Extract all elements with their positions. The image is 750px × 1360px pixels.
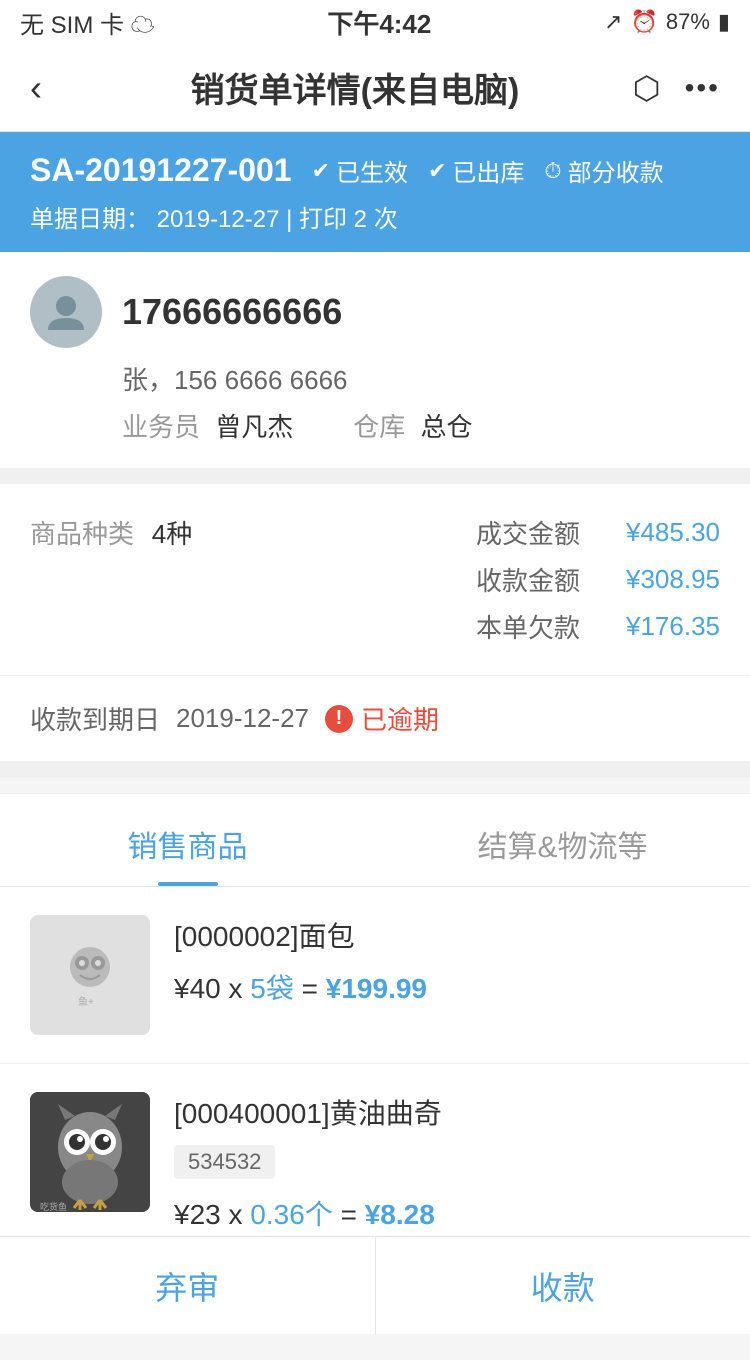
product-name-1: [0000002]面包 <box>174 915 720 955</box>
cancel-audit-button[interactable]: 弃审 <box>0 1237 376 1334</box>
amount-label: 成交金额 <box>476 514 580 551</box>
price-qty-1: 5袋 <box>250 973 294 1004</box>
nav-actions: ⬡ ••• <box>620 69 720 107</box>
type-label: 商品种类 <box>30 519 134 549</box>
user-icon <box>44 290 88 334</box>
nav-bar: ‹ 销货单详情(来自电脑) ⬡ ••• <box>0 44 750 132</box>
product-tag-2: 534532 <box>174 1145 275 1179</box>
due-date: 2019-12-27 <box>176 703 309 734</box>
received-label: 收款金额 <box>476 561 580 598</box>
overdue-badge: ! 已逾期 <box>325 700 439 737</box>
product-info-1: [0000002]面包 ¥40 x 5袋 = ¥199.99 <box>174 915 720 1007</box>
product-price-1: ¥40 x 5袋 = ¥199.99 <box>174 967 720 1007</box>
salesman-value: 曾凡杰 <box>215 412 293 442</box>
alarm-icon: ⏰ <box>630 9 657 35</box>
product-thumb-1: 鱼+ <box>30 915 150 1035</box>
status-bar: 无 SIM 卡 ☁ 下午4:42 ↗ ⏰ 87% ▮ <box>0 0 750 44</box>
price-total-1: ¥199.99 <box>326 973 427 1004</box>
table-row: 吃货鱼 [000400001]黄油曲奇 534532 ¥23 x 0.36个 =… <box>0 1064 750 1262</box>
order-header-band: SA-20191227-001 ✔ 已生效 ✔ 已出库 ⏱ 部分收款 单据日期：… <box>0 132 750 252</box>
status-time: 下午4:42 <box>327 4 431 41</box>
product-info-2: [000400001]黄油曲奇 534532 ¥23 x 0.36个 = ¥8.… <box>174 1092 720 1233</box>
owed-row: 本单欠款 ¥176.35 <box>476 608 720 645</box>
status-badge-shipped: ✔ 已出库 <box>428 153 524 188</box>
svg-text:吃货鱼: 吃货鱼 <box>40 1201 67 1212</box>
battery-icon: ▮ <box>718 9 730 35</box>
received-row: 收款金额 ¥308.95 <box>476 561 720 598</box>
due-label: 收款到期日 <box>30 700 160 737</box>
svg-text:鱼+: 鱼+ <box>78 995 94 1008</box>
amount-row: 成交金额 ¥485.30 <box>476 514 720 551</box>
sim-status: 无 SIM 卡 ☁ <box>20 5 155 40</box>
overdue-icon: ! <box>325 705 353 733</box>
amount-value: ¥485.30 <box>600 517 720 548</box>
product-list: 鱼+ [0000002]面包 ¥40 x 5袋 = ¥199.99 <box>0 887 750 1262</box>
price-total-2: ¥8.28 <box>365 1199 435 1230</box>
price-qty-2: 0.36个 <box>250 1199 333 1230</box>
warehouse-value: 总仓 <box>421 412 473 442</box>
status-left: 无 SIM 卡 ☁ <box>20 5 155 40</box>
more-button[interactable]: ••• <box>685 72 720 104</box>
warehouse-info: 仓库 总仓 <box>353 407 472 444</box>
salesman-label: 业务员 <box>122 412 200 442</box>
order-date: 2019-12-27 <box>157 206 280 233</box>
received-value: ¥308.95 <box>600 564 720 595</box>
owed-value: ¥176.35 <box>600 611 720 642</box>
battery: 87% <box>666 9 710 35</box>
warehouse-label: 仓库 <box>353 412 405 442</box>
product-price-2: ¥23 x 0.36个 = ¥8.28 <box>174 1193 720 1233</box>
bottom-bar: 弃审 收款 <box>0 1236 750 1334</box>
status-badge-partial: ⏱ 部分收款 <box>544 153 663 188</box>
stats-section: 商品种类 4种 成交金额 ¥485.30 收款金额 ¥308.95 本单欠款 ¥… <box>0 484 750 675</box>
stats-right: 成交金额 ¥485.30 收款金额 ¥308.95 本单欠款 ¥176.35 <box>476 514 720 645</box>
status-badge-effective: ✔ 已生效 <box>312 153 408 188</box>
stats-left: 商品种类 4种 <box>30 514 192 551</box>
back-button[interactable]: ‹ <box>30 67 90 109</box>
customer-phone: 17666666666 <box>122 291 342 333</box>
check-icon-2: ✔ <box>428 158 446 184</box>
tabs-row: 销售商品 结算&物流等 <box>0 794 750 887</box>
overdue-text: 已逾期 <box>361 700 439 737</box>
share-button[interactable]: ⬡ <box>633 69 661 107</box>
table-row: 鱼+ [0000002]面包 ¥40 x 5袋 = ¥199.99 <box>0 887 750 1064</box>
page-title: 销货单详情(来自电脑) <box>90 63 620 112</box>
customer-section: 17666666666 张，156 6666 6666 业务员 曾凡杰 仓库 总… <box>0 252 750 468</box>
price-base-2: ¥23 <box>174 1199 221 1230</box>
clock-icon: ⏱ <box>544 158 561 184</box>
owed-label: 本单欠款 <box>476 608 580 645</box>
product-thumb-2: 吃货鱼 <box>30 1092 150 1212</box>
product-types: 商品种类 4种 <box>30 514 192 551</box>
tab-settlement[interactable]: 结算&物流等 <box>375 794 750 886</box>
collect-payment-button[interactable]: 收款 <box>376 1237 750 1334</box>
location-icon: ↗ <box>604 9 622 35</box>
product-image-1: 鱼+ <box>50 935 130 1015</box>
divider-1 <box>0 468 750 484</box>
customer-name: 张，156 6666 6666 <box>30 360 720 397</box>
order-id: SA-20191227-001 <box>30 152 292 189</box>
product-image-2: 吃货鱼 <box>30 1092 150 1212</box>
divider-2 <box>0 761 750 777</box>
check-icon-1: ✔ <box>312 158 330 184</box>
due-section: 收款到期日 2019-12-27 ! 已逾期 <box>0 675 750 761</box>
order-date-info: 单据日期： 2019-12-27 | 打印 2 次 <box>30 199 720 234</box>
salesman-info: 业务员 曾凡杰 <box>122 407 293 444</box>
customer-meta: 业务员 曾凡杰 仓库 总仓 <box>30 407 720 444</box>
type-value: 4种 <box>152 519 192 549</box>
status-right: ↗ ⏰ 87% ▮ <box>604 9 730 35</box>
price-base-1: ¥40 <box>174 973 221 1004</box>
avatar <box>30 276 102 348</box>
print-info: 打印 2 次 <box>299 206 398 233</box>
product-name-2: [000400001]黄油曲奇 <box>174 1092 720 1132</box>
tabs-section: 销售商品 结算&物流等 <box>0 793 750 887</box>
tab-sales-products[interactable]: 销售商品 <box>0 794 375 886</box>
